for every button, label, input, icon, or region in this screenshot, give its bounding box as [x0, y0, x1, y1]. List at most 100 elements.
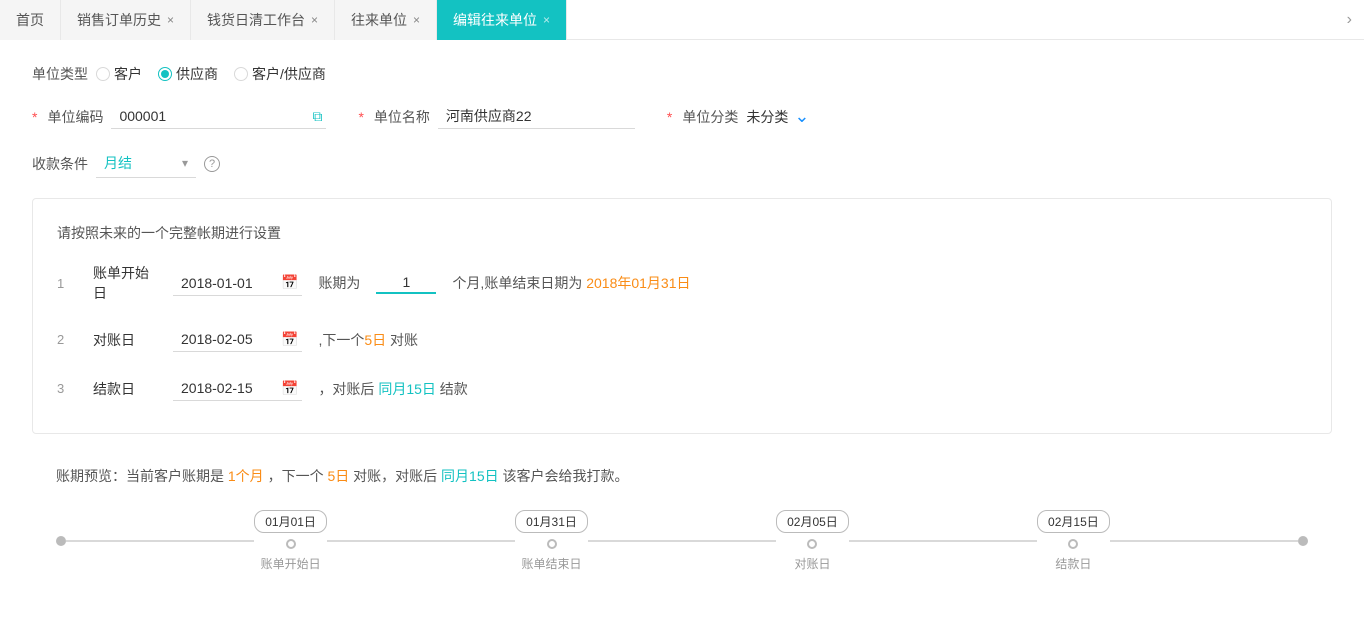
required-star-name: *	[358, 109, 363, 125]
period-desc-1-prefix: 账期为	[318, 273, 360, 293]
timeline-node-2: 01月31日 账单结束日	[515, 510, 588, 572]
radio-circle-supplier	[158, 67, 172, 81]
tab-cash-work[interactable]: 钱货日清工作台 ×	[191, 0, 335, 40]
form-row-unit-info: * 单位编码 ⧉ * 单位名称 * 单位分类 未分类 ⌄	[32, 104, 1332, 129]
preview-highlight-3: 同月15日	[441, 468, 499, 484]
timeline-line-1	[66, 540, 254, 542]
timeline-node-3: 02月05日 对账日	[776, 510, 849, 572]
close-icon[interactable]: ×	[413, 13, 420, 27]
date-input-2: 📅	[173, 327, 302, 352]
tab-partner-unit-label: 往来单位	[351, 10, 407, 30]
radio-supplier[interactable]: 供应商	[158, 64, 218, 84]
date-input-reconcile[interactable]	[173, 327, 273, 351]
period-row-2: 2 对账日 📅 ,下一个5日 对账	[57, 327, 1307, 352]
timeline-badge-3: 02月05日	[776, 510, 849, 533]
end-date-highlight: 2018年01月31日	[586, 275, 690, 291]
reconcile-day-highlight: 5日	[364, 332, 386, 348]
timeline-dot-4	[1068, 539, 1078, 549]
calendar-icon-3[interactable]: 📅	[277, 380, 302, 397]
unit-code-group: * 单位编码 ⧉	[32, 104, 326, 129]
period-desc-1-suffix: 个月,账单结束日期为 2018年01月31日	[452, 273, 690, 293]
period-row-1: 1 账单开始日 📅 账期为 个月,账单结束日期为 2018年01月31日	[57, 263, 1307, 303]
calendar-icon-2[interactable]: 📅	[277, 331, 302, 348]
radio-customer[interactable]: 客户	[96, 64, 142, 84]
dropdown-icon: ⌄	[794, 106, 809, 127]
required-star-category: *	[667, 109, 672, 125]
tab-partner-unit[interactable]: 往来单位 ×	[335, 0, 437, 40]
period-label-2: 对账日	[93, 330, 157, 350]
close-icon[interactable]: ×	[543, 13, 550, 27]
close-icon[interactable]: ×	[167, 13, 174, 27]
radio-both[interactable]: 客户/供应商	[234, 64, 326, 84]
preview-text-3: 该客户会给我打款。	[503, 468, 629, 484]
unit-category-value: 未分类	[746, 107, 788, 127]
payment-terms-value: 月结	[104, 153, 178, 173]
preview-highlight-2: 5日	[327, 468, 349, 484]
timeline-line-5	[1110, 540, 1298, 542]
period-number-1: 1	[57, 276, 77, 291]
timeline-end-dot	[1298, 536, 1308, 546]
calendar-icon-1[interactable]: 📅	[277, 274, 302, 291]
period-number-2: 2	[57, 332, 77, 347]
payment-terms-label: 收款条件	[32, 154, 88, 174]
section-box: 请按照未来的一个完整帐期进行设置 1 账单开始日 📅 账期为 个月,账单结束日期…	[32, 198, 1332, 434]
section-title: 请按照未来的一个完整帐期进行设置	[57, 223, 1307, 243]
date-input-3: 📅	[173, 376, 302, 401]
timeline-label-1: 账单开始日	[261, 555, 321, 572]
months-input[interactable]	[376, 272, 436, 294]
timeline-badge-2: 01月31日	[515, 510, 588, 533]
unit-code-input-wrapper: ⧉	[111, 104, 326, 129]
tab-edit-partner[interactable]: 编辑往来单位 ×	[437, 0, 567, 40]
timeline-line-2	[327, 540, 515, 542]
period-number-3: 3	[57, 381, 77, 396]
timeline-line-4	[849, 540, 1037, 542]
radio-group-unit-type: 客户 供应商 客户/供应商	[96, 64, 326, 84]
tab-home[interactable]: 首页	[0, 0, 61, 40]
period-desc-2: ,下一个5日 对账	[318, 330, 418, 350]
timeline-badge-1: 01月01日	[254, 510, 327, 533]
unit-code-label: 单位编码	[47, 107, 103, 127]
copy-icon[interactable]: ⧉	[308, 108, 326, 125]
payment-terms-group: 收款条件 月结 ▾ ?	[32, 149, 220, 178]
timeline-line-3	[588, 540, 776, 542]
period-row-3: 3 结款日 📅 ，对账后 同月15日 结款	[57, 376, 1307, 401]
date-input-start[interactable]	[173, 271, 273, 295]
tabs-expand-icon[interactable]: ›	[1335, 11, 1364, 29]
timeline-label-4: 结款日	[1055, 555, 1091, 572]
preview-highlight-1: 1个月	[228, 468, 264, 484]
period-desc-3: ，对账后 同月15日 结款	[318, 379, 467, 399]
required-star: *	[32, 109, 37, 125]
form-row-payment: 收款条件 月结 ▾ ?	[32, 149, 1332, 178]
date-input-1: 📅	[173, 271, 302, 296]
help-icon[interactable]: ?	[204, 156, 220, 172]
tabs-bar: 首页 销售订单历史 × 钱货日清工作台 × 往来单位 × 编辑往来单位 × ›	[0, 0, 1364, 40]
date-input-payment[interactable]	[173, 376, 273, 400]
radio-circle-both	[234, 67, 248, 81]
unit-category-select[interactable]: 未分类 ⌄	[746, 106, 809, 127]
unit-code-input[interactable]	[111, 104, 308, 128]
tab-sales-history[interactable]: 销售订单历史 ×	[61, 0, 191, 40]
timeline: 01月01日 账单开始日 01月31日 账单结束日 02月05日 对账日	[56, 510, 1308, 580]
timeline-label-3: 对账日	[794, 555, 830, 572]
timeline-dot-3	[807, 539, 817, 549]
radio-customer-label: 客户	[114, 64, 142, 84]
form-row-unit-type: 单位类型 客户 供应商 客户/供应商	[32, 64, 1332, 84]
preview-text-2: 对账，对账后	[353, 468, 437, 484]
main-content: 单位类型 客户 供应商 客户/供应商 * 单位编码	[0, 40, 1364, 620]
unit-category-label: 单位分类	[682, 107, 738, 127]
tab-sales-history-label: 销售订单历史	[77, 10, 161, 30]
unit-name-input[interactable]	[438, 104, 635, 128]
close-icon[interactable]: ×	[311, 13, 318, 27]
timeline-badge-4: 02月15日	[1037, 510, 1110, 533]
period-label-3: 结款日	[93, 379, 157, 399]
period-label-1: 账单开始日	[93, 263, 157, 303]
tab-cash-work-label: 钱货日清工作台	[207, 10, 305, 30]
preview-prefix: 账期预览：当前客户账期是	[56, 468, 224, 484]
preview-text-1: ，下一个	[268, 468, 324, 484]
payment-terms-select[interactable]: 月结 ▾	[96, 149, 196, 178]
unit-name-label: 单位名称	[374, 107, 430, 127]
tab-home-label: 首页	[16, 10, 44, 30]
radio-both-label: 客户/供应商	[252, 64, 326, 84]
preview-text: 账期预览：当前客户账期是 1个月 ，下一个 5日 对账，对账后 同月15日 该客…	[56, 466, 1308, 486]
unit-type-group: 单位类型 客户 供应商 客户/供应商	[32, 64, 326, 84]
